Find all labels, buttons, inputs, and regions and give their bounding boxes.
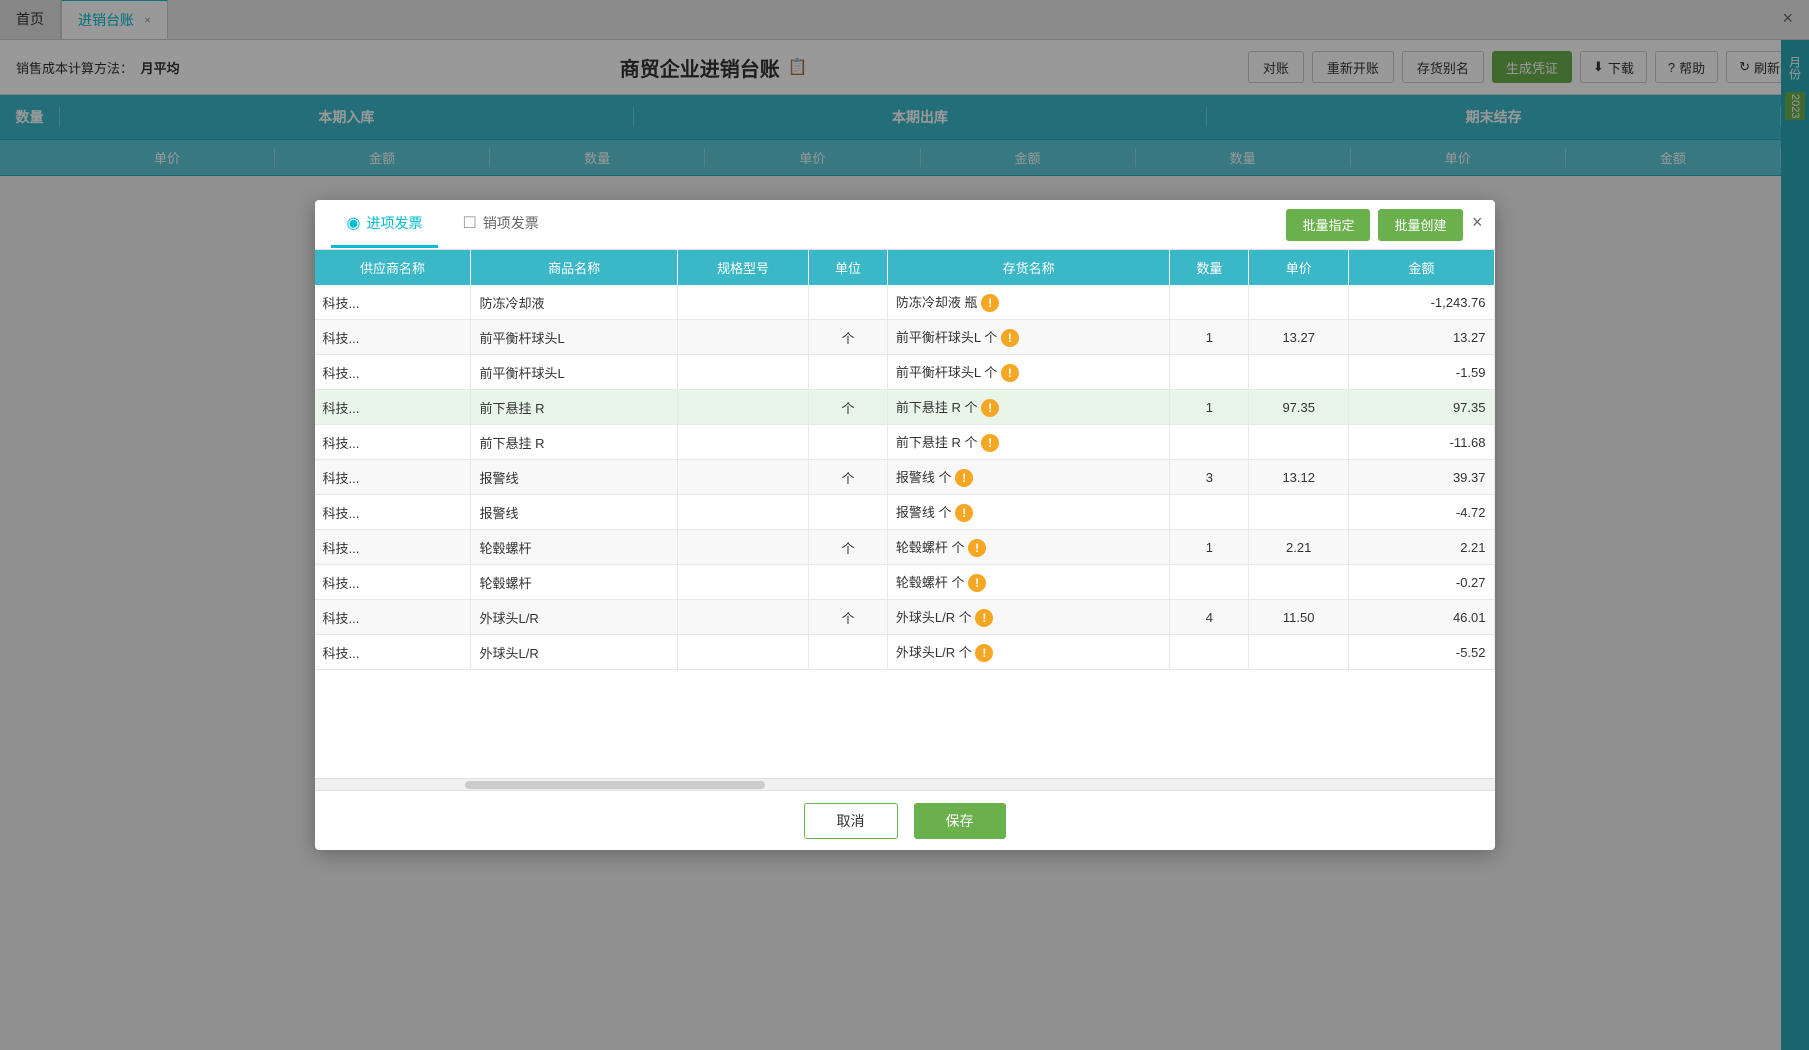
warning-icon: ! [981, 434, 999, 452]
table-row[interactable]: 科技...轮毂螺杆轮毂螺杆 个 !-0.27 [315, 565, 1495, 600]
warning-icon: ! [968, 539, 986, 557]
th-unit: 单位 [809, 250, 888, 285]
table-row[interactable]: 科技...前下悬挂 R个前下悬挂 R 个 !197.3597.35 [315, 390, 1495, 425]
warning-icon: ! [1001, 329, 1019, 347]
modal-toolbar: 批量指定 批量创建 [563, 209, 1479, 241]
outgoing-icon: ☐ [462, 213, 476, 233]
table-row[interactable]: 科技...前平衡杆球头L个前平衡杆球头L 个 !113.2713.27 [315, 320, 1495, 355]
warning-icon: ! [975, 644, 993, 662]
table-row[interactable]: 科技...报警线个报警线 个 !313.1239.37 [315, 460, 1495, 495]
batch-assign-button[interactable]: 批量指定 [1286, 209, 1370, 241]
batch-create-button[interactable]: 批量创建 [1378, 209, 1462, 241]
invoice-table: 供应商名称 商品名称 规格型号 单位 存货名称 数量 单价 金额 科技...防冻… [315, 250, 1495, 670]
scrollbar-thumb[interactable] [465, 781, 765, 789]
table-row[interactable]: 科技...外球头L/R个外球头L/R 个 !411.5046.01 [315, 600, 1495, 635]
modal-close-icon[interactable]: × [1472, 212, 1483, 233]
table-row[interactable]: 科技...防冻冷却液防冻冷却液 瓶 !-1,243.76 [315, 285, 1495, 320]
table-row[interactable]: 科技...轮毂螺杆个轮毂螺杆 个 !12.212.21 [315, 530, 1495, 565]
cancel-button[interactable]: 取消 [804, 803, 898, 839]
incoming-icon: ◉ [347, 213, 361, 233]
modal-header: ◉ 进项发票 ☐ 销项发票 批量指定 批量创建 × [315, 200, 1495, 250]
save-button[interactable]: 保存 [914, 803, 1006, 839]
warning-icon: ! [975, 609, 993, 627]
th-price: 单价 [1249, 250, 1349, 285]
th-qty: 数量 [1170, 250, 1249, 285]
table-row[interactable]: 科技...报警线报警线 个 !-4.72 [315, 495, 1495, 530]
warning-icon: ! [955, 504, 973, 522]
th-amount: 金额 [1349, 250, 1494, 285]
invoice-table-container[interactable]: 供应商名称 商品名称 规格型号 单位 存货名称 数量 单价 金额 科技...防冻… [315, 250, 1495, 778]
table-header-row: 供应商名称 商品名称 规格型号 单位 存货名称 数量 单价 金额 [315, 250, 1495, 285]
warning-icon: ! [955, 469, 973, 487]
modal-overlay: ◉ 进项发票 ☐ 销项发票 批量指定 批量创建 × 供应商名称 商品名称 规格型 [0, 0, 1809, 1050]
table-row[interactable]: 科技...外球头L/R外球头L/R 个 !-5.52 [315, 635, 1495, 670]
tab-outgoing-invoice[interactable]: ☐ 销项发票 [446, 201, 554, 248]
invoice-modal: ◉ 进项发票 ☐ 销项发票 批量指定 批量创建 × 供应商名称 商品名称 规格型 [315, 200, 1495, 850]
table-row[interactable]: 科技...前平衡杆球头L前平衡杆球头L 个 !-1.59 [315, 355, 1495, 390]
th-inventory: 存货名称 [887, 250, 1170, 285]
modal-footer: 取消 保存 [315, 790, 1495, 850]
warning-icon: ! [968, 574, 986, 592]
th-product: 商品名称 [471, 250, 677, 285]
warning-icon: ! [981, 294, 999, 312]
warning-icon: ! [981, 399, 999, 417]
table-row[interactable]: 科技...前下悬挂 R前下悬挂 R 个 !-11.68 [315, 425, 1495, 460]
horizontal-scrollbar[interactable] [315, 778, 1495, 790]
th-spec: 规格型号 [677, 250, 808, 285]
th-supplier: 供应商名称 [315, 250, 471, 285]
warning-icon: ! [1001, 364, 1019, 382]
tab-incoming-invoice[interactable]: ◉ 进项发票 [331, 201, 439, 248]
